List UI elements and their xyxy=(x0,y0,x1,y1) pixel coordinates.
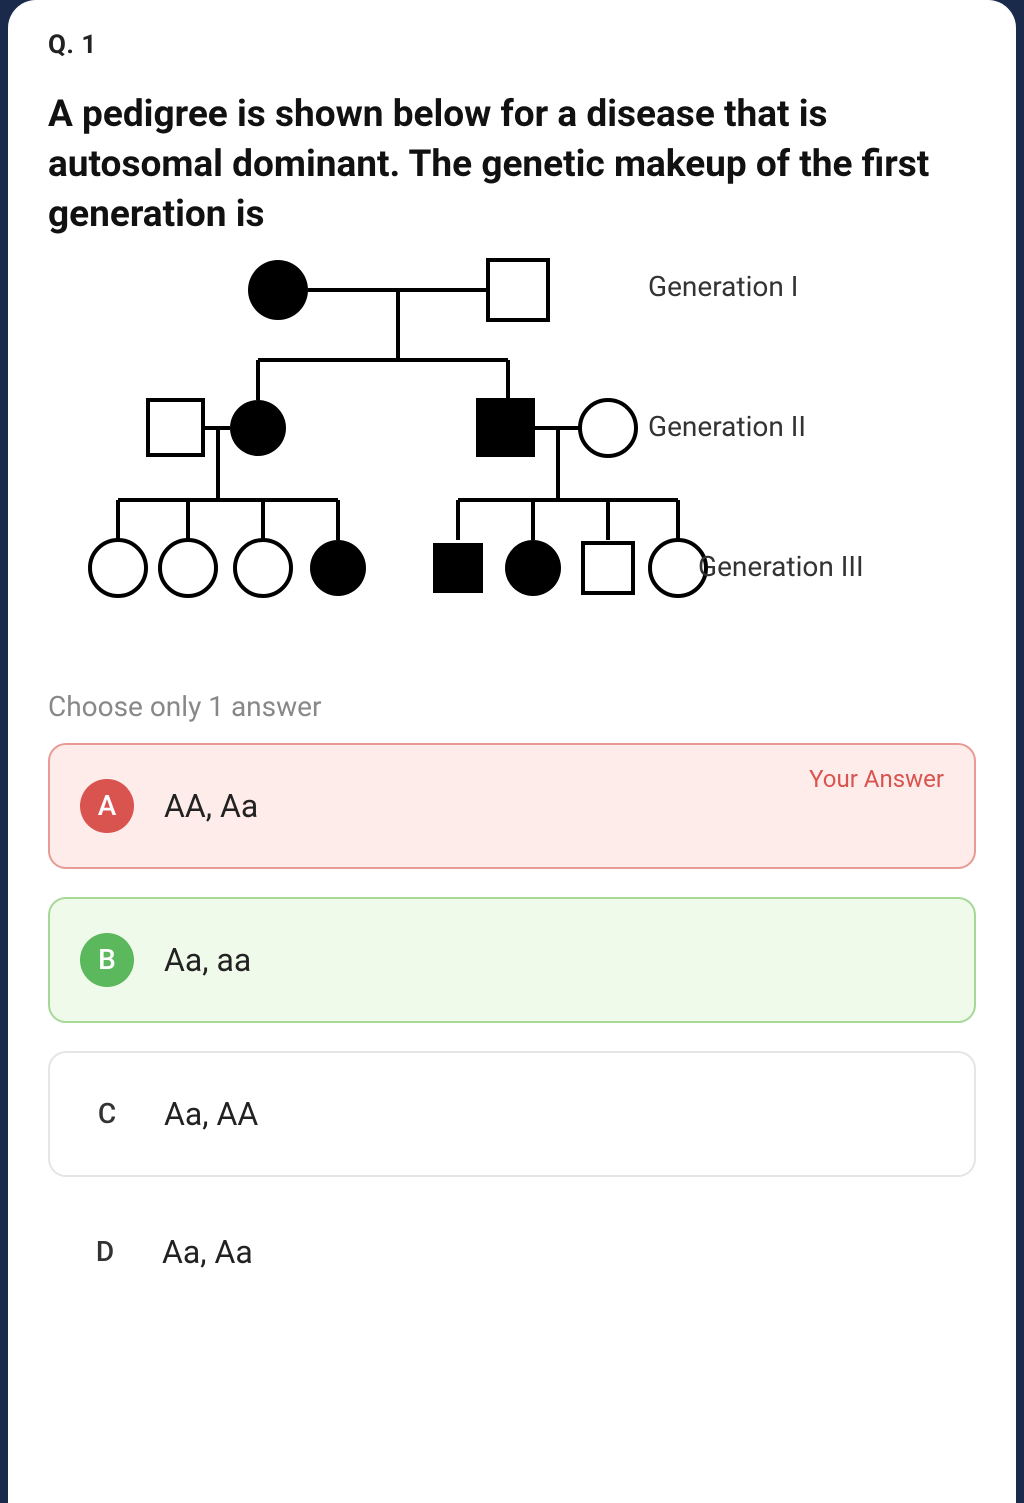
option-letter: A xyxy=(80,779,134,833)
question-number: Q. 1 xyxy=(48,30,976,60)
option-b[interactable]: B Aa, aa xyxy=(48,897,976,1023)
option-c[interactable]: C Aa, AA xyxy=(48,1051,976,1177)
question-card: Q. 1 A pedigree is shown below for a dis… xyxy=(8,0,1016,1503)
option-text: Aa, Aa xyxy=(162,1233,253,1271)
your-answer-badge: Your Answer xyxy=(809,765,944,793)
question-text: A pedigree is shown below for a disease … xyxy=(48,90,976,240)
option-letter: C xyxy=(80,1087,134,1141)
option-letter: D xyxy=(78,1225,132,1279)
option-text: Aa, AA xyxy=(164,1095,258,1133)
gen1-label: Generation I xyxy=(648,270,798,303)
option-text: Aa, aa xyxy=(164,941,251,979)
option-letter: B xyxy=(80,933,134,987)
instruction-text: Choose only 1 answer xyxy=(48,690,976,723)
gen3-label: Generation III xyxy=(698,550,864,583)
pedigree-diagram: Generation I Generation II Generation II… xyxy=(78,250,878,630)
option-a[interactable]: Your Answer A AA, Aa xyxy=(48,743,976,869)
gen2-label: Generation II xyxy=(648,410,806,443)
option-d[interactable]: D Aa, Aa xyxy=(48,1205,976,1313)
option-text: AA, Aa xyxy=(164,787,258,825)
